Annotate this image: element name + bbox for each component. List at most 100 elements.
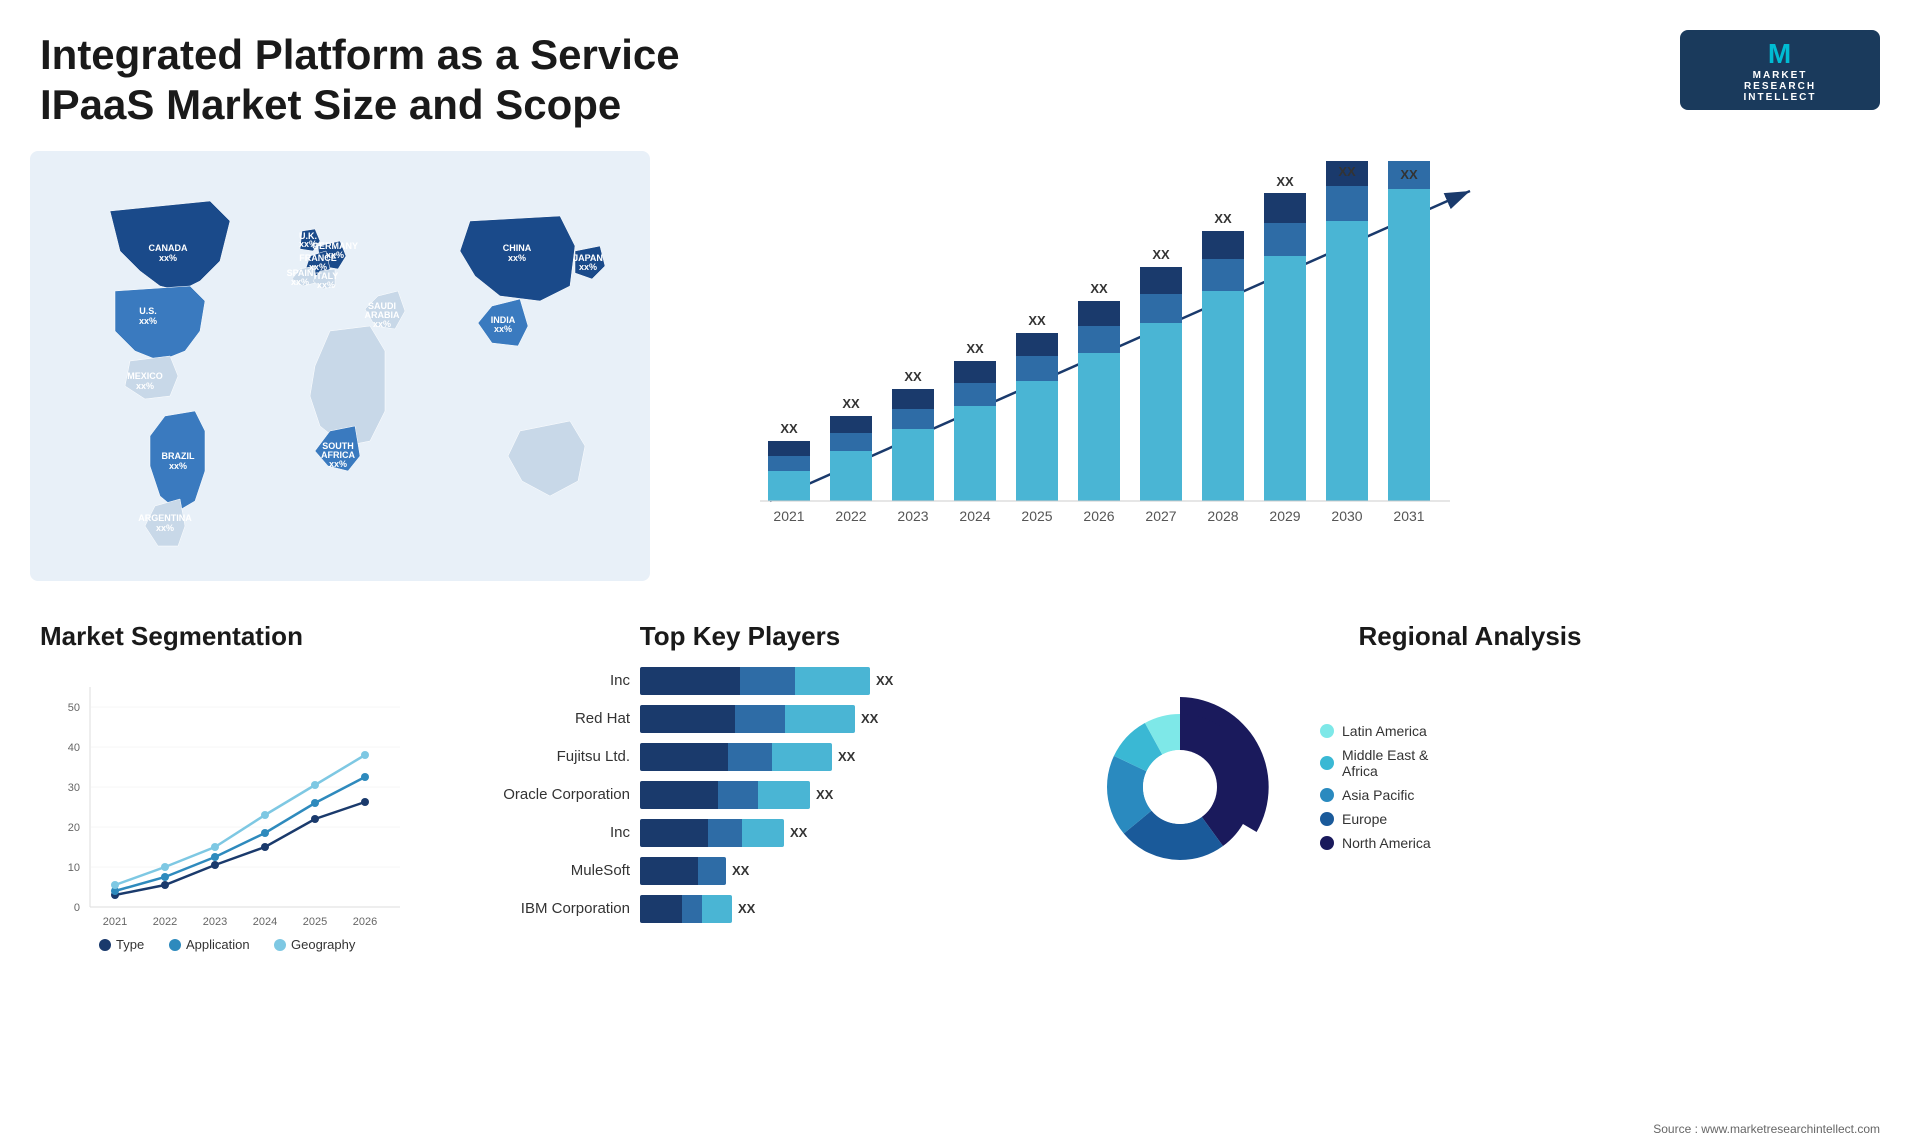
bar-seg1-mulesoft — [640, 857, 698, 885]
regional-title: Regional Analysis — [1060, 621, 1880, 652]
geo-dot-4 — [261, 811, 269, 819]
bar-2024-seg2 — [954, 383, 996, 406]
bar-2022-seg3 — [830, 451, 872, 501]
player-name-redhat: Red Hat — [470, 710, 630, 727]
bar-2027-seg3 — [1140, 323, 1182, 501]
bar-2026-seg1 — [1078, 301, 1120, 326]
player-xx-mulesoft: XX — [732, 863, 749, 878]
legend-item-europe: Europe — [1320, 811, 1431, 827]
player-bar-ibm — [640, 895, 732, 923]
type-dot-6 — [361, 798, 369, 806]
svg-text:0: 0 — [74, 902, 80, 914]
bar-2023-seg2 — [892, 409, 934, 429]
player-row-inc1: Inc XX — [470, 667, 1010, 695]
player-name-fujitsu: Fujitsu Ltd. — [470, 748, 630, 765]
year-2027: 2027 — [1145, 508, 1176, 524]
svg-text:2025: 2025 — [303, 916, 327, 928]
bar-seg3-fujitsu — [772, 743, 832, 771]
type-dot-2 — [161, 881, 169, 889]
year-2030: 2030 — [1331, 508, 1362, 524]
china-label: CHINA — [503, 243, 532, 253]
bar-2022-label: XX — [842, 396, 860, 411]
bar-2022-seg1 — [830, 416, 872, 433]
page-title: Integrated Platform as a Service IPaaS M… — [40, 30, 740, 131]
segmentation-chart: 0 10 20 30 40 50 — [40, 667, 440, 967]
regional-content: Latin America Middle East &Africa Asia P… — [1060, 667, 1880, 907]
type-dot-3 — [211, 861, 219, 869]
svg-text:50: 50 — [68, 702, 80, 714]
bar-2025-seg2 — [1016, 356, 1058, 381]
legend-label-mea: Middle East &Africa — [1342, 747, 1428, 779]
bar-2027-label: XX — [1152, 247, 1170, 262]
geo-dot-2 — [161, 863, 169, 871]
us-value: xx% — [139, 316, 157, 326]
header: Integrated Platform as a Service IPaaS M… — [0, 0, 1920, 151]
brazil-value: xx% — [169, 461, 187, 471]
bar-seg1-oracle — [640, 781, 718, 809]
bar-2030-seg3 — [1326, 221, 1368, 501]
player-name-ibm: IBM Corporation — [470, 900, 630, 917]
player-row-redhat: Red Hat XX — [470, 705, 1010, 733]
bar-seg3-oracle — [758, 781, 810, 809]
player-xx-redhat: XX — [861, 711, 878, 726]
logo-letter: M — [1768, 38, 1792, 70]
legend-app-dot — [169, 939, 181, 951]
bar-2024-seg1 — [954, 361, 996, 383]
segmentation-section: Market Segmentation 0 10 20 30 40 50 — [30, 611, 430, 982]
bar-2023-label: XX — [904, 369, 922, 384]
player-bar-container-inc1: XX — [640, 667, 1010, 695]
player-xx-fujitsu: XX — [838, 749, 855, 764]
bar-2029-seg3 — [1264, 256, 1306, 501]
player-bar-container-fujitsu: XX — [640, 743, 1010, 771]
logo: M MARKET RESEARCH INTELLECT — [1680, 30, 1880, 110]
player-name-inc2: Inc — [470, 824, 630, 841]
year-2025: 2025 — [1021, 508, 1052, 524]
player-name-inc1: Inc — [470, 672, 630, 689]
italy-value: xx% — [317, 280, 335, 290]
growth-bar-chart: XX XX XX XX XX XX — [710, 161, 1490, 561]
japan-value: xx% — [579, 262, 597, 272]
player-bar-container-oracle: XX — [640, 781, 1010, 809]
legend-dot-apac — [1320, 788, 1334, 802]
bar-2023-seg1 — [892, 389, 934, 409]
svg-text:40: 40 — [68, 742, 80, 754]
legend-geo-dot — [274, 939, 286, 951]
us-label: U.S. — [139, 306, 157, 316]
app-dot-6 — [361, 773, 369, 781]
geo-dot-1 — [111, 881, 119, 889]
bar-2028-seg3 — [1202, 291, 1244, 501]
players-title: Top Key Players — [470, 621, 1010, 652]
bar-seg1-inc2 — [640, 819, 708, 847]
regional-legend: Latin America Middle East &Africa Asia P… — [1320, 723, 1431, 851]
legend-dot-mea — [1320, 756, 1334, 770]
app-dot-5 — [311, 799, 319, 807]
legend-item-northamerica: North America — [1320, 835, 1431, 851]
player-bar-container-mulesoft: XX — [640, 857, 1010, 885]
year-2021: 2021 — [773, 508, 804, 524]
main-grid: CANADA xx% U.S. xx% MEXICO xx% BRAZIL xx… — [0, 151, 1920, 992]
app-dot-4 — [261, 829, 269, 837]
bar-2028-seg1 — [1202, 231, 1244, 259]
player-row-fujitsu: Fujitsu Ltd. XX — [470, 743, 1010, 771]
year-2031: 2031 — [1393, 508, 1424, 524]
bar-2027-seg1 — [1140, 267, 1182, 294]
bar-2028-seg2 — [1202, 259, 1244, 291]
logo-line1: MARKET — [1753, 70, 1808, 81]
player-bar-container-redhat: XX — [640, 705, 1010, 733]
player-bar-inc1 — [640, 667, 870, 695]
legend-item-latam: Latin America — [1320, 723, 1431, 739]
donut-svg — [1060, 667, 1300, 907]
world-map: CANADA xx% U.S. xx% MEXICO xx% BRAZIL xx… — [30, 151, 650, 581]
player-bar-container-inc2: XX — [640, 819, 1010, 847]
app-dot-2 — [161, 873, 169, 881]
bar-seg1-fujitsu — [640, 743, 728, 771]
bar-chart-section: XX XX XX XX XX XX — [670, 151, 1890, 581]
saudi-value: xx% — [373, 319, 391, 329]
canada-value: xx% — [159, 253, 177, 263]
player-xx-ibm: XX — [738, 901, 755, 916]
legend-type-label: Type — [116, 937, 144, 952]
year-2023: 2023 — [897, 508, 928, 524]
svg-text:2024: 2024 — [253, 916, 277, 928]
bar-2025-label: XX — [1028, 313, 1046, 328]
legend-label-latam: Latin America — [1342, 723, 1427, 739]
